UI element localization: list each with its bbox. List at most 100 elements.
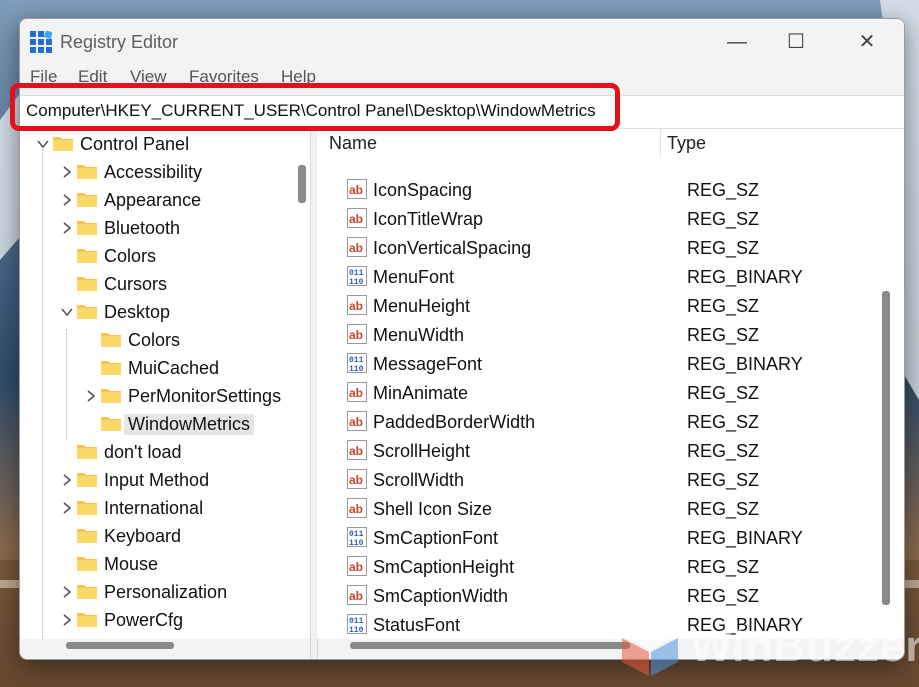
tree-item-label: Bluetooth — [104, 218, 181, 238]
chevron-right-icon[interactable] — [84, 389, 98, 403]
value-name: MinAnimate — [373, 383, 469, 403]
values-list-pane[interactable]: Name Type ab IconSpacing REG_SZ ab IconTitle… — [317, 129, 904, 639]
tree-item-label: don't load — [104, 442, 182, 462]
folder-icon — [101, 361, 121, 375]
tree-item-label: PerMonitorSettings — [128, 386, 282, 406]
column-header-type[interactable]: Type — [667, 133, 706, 154]
folder-icon — [77, 585, 97, 599]
chevron-right-icon[interactable] — [60, 221, 74, 235]
address-bar[interactable]: Computer\HKEY_CURRENT_USER\Control Panel… — [20, 95, 904, 129]
value-name: MenuWidth — [373, 325, 465, 345]
watermark-text: WinBuzzer — [690, 622, 919, 671]
svg-text:ab: ab — [349, 415, 363, 429]
svg-text:011: 011 — [349, 356, 364, 365]
value-row[interactable]: 011 110 SmCaptionFont REG_BINARY — [317, 525, 877, 554]
chevron-down-icon[interactable] — [36, 137, 50, 151]
chevron-right-icon[interactable] — [60, 473, 74, 487]
value-type: REG_SZ — [687, 441, 760, 461]
chevron-right-icon[interactable] — [60, 193, 74, 207]
value-name: IconVerticalSpacing — [373, 238, 532, 258]
svg-text:011: 011 — [349, 269, 364, 278]
folder-icon — [101, 417, 121, 431]
string-value-icon: ab — [347, 237, 367, 257]
value-name: IconSpacing — [373, 180, 473, 200]
value-type: REG_BINARY — [687, 354, 803, 374]
tree-horizontal-scrollbar[interactable] — [66, 642, 174, 649]
value-type: REG_SZ — [687, 499, 760, 519]
value-name: PaddedBorderWidth — [373, 412, 536, 432]
menu-file[interactable]: File — [30, 67, 57, 87]
chevron-right-icon[interactable] — [60, 585, 74, 599]
tree-vertical-scrollbar[interactable] — [298, 165, 306, 203]
minimize-button[interactable]: — — [717, 29, 757, 55]
menu-edit[interactable]: Edit — [78, 67, 107, 87]
value-row[interactable]: ab MinAnimate REG_SZ — [317, 380, 877, 409]
close-button[interactable]: ✕ — [847, 29, 887, 55]
value-row[interactable]: ab IconVerticalSpacing REG_SZ — [317, 235, 877, 264]
value-row[interactable]: ab MenuHeight REG_SZ — [317, 293, 877, 322]
value-type: REG_SZ — [687, 180, 760, 200]
value-row[interactable]: 011 110 MessageFont REG_BINARY — [317, 351, 877, 380]
menu-bar: File Edit View Favorites Help — [20, 67, 904, 89]
value-row[interactable]: ab ScrollWidth REG_SZ — [317, 467, 877, 496]
value-type: REG_SZ — [687, 412, 760, 432]
values-horizontal-scrollbar[interactable] — [350, 642, 630, 649]
value-row[interactable]: ab SmCaptionWidth REG_SZ — [317, 583, 877, 612]
string-value-icon: ab — [347, 556, 367, 576]
svg-text:ab: ab — [349, 560, 363, 574]
svg-text:ab: ab — [349, 328, 363, 342]
value-row[interactable]: ab PaddedBorderWidth REG_SZ — [317, 409, 877, 438]
title-bar[interactable]: Registry Editor — ☐ ✕ — [20, 19, 904, 65]
folder-icon — [77, 473, 97, 487]
folder-icon — [77, 305, 97, 319]
value-row[interactable]: ab MenuWidth REG_SZ — [317, 322, 877, 351]
value-type: REG_SZ — [687, 325, 760, 345]
svg-text:ab: ab — [349, 386, 363, 400]
string-value-icon: ab — [347, 411, 367, 431]
maximize-button[interactable]: ☐ — [776, 29, 816, 55]
value-name: Shell Icon Size — [373, 499, 493, 519]
svg-text:011: 011 — [349, 530, 364, 539]
tree-item-label: Appearance — [104, 190, 202, 210]
column-header-name[interactable]: Name — [329, 133, 377, 154]
value-name: StatusFont — [373, 615, 461, 635]
value-name: ScrollHeight — [373, 441, 471, 461]
binary-value-icon: 011110 — [347, 266, 367, 286]
values-vertical-scrollbar[interactable] — [882, 291, 890, 605]
value-type: REG_SZ — [687, 296, 760, 316]
chevron-down-icon[interactable] — [60, 305, 74, 319]
tree-item-label: Mouse — [104, 554, 159, 574]
chevron-right-icon[interactable] — [60, 165, 74, 179]
folder-icon — [101, 333, 121, 347]
chevron-right-icon[interactable] — [60, 501, 74, 515]
column-separator[interactable] — [660, 129, 661, 157]
menu-favorites[interactable]: Favorites — [189, 67, 259, 87]
key-tree-pane[interactable]: Control Panel Accessibility Appearance Blue… — [20, 129, 310, 639]
tree-connector-line — [42, 149, 43, 639]
folder-icon — [77, 277, 97, 291]
value-name: MenuFont — [373, 267, 455, 287]
value-row[interactable]: ab Shell Icon Size REG_SZ — [317, 496, 877, 525]
menu-view[interactable]: View — [130, 67, 167, 87]
folder-icon — [77, 613, 97, 627]
value-row[interactable]: ab IconSpacing REG_SZ — [317, 177, 877, 206]
tree-item-label: WindowMetrics — [124, 414, 255, 435]
svg-text:110: 110 — [349, 539, 364, 547]
value-type: REG_SZ — [687, 238, 760, 258]
string-value-icon: ab — [347, 440, 367, 460]
string-value-icon: ab — [347, 585, 367, 605]
value-row[interactable]: ab SmCaptionHeight REG_SZ — [317, 554, 877, 583]
value-row[interactable]: 011 110 MenuFont REG_BINARY — [317, 264, 877, 293]
address-path[interactable]: Computer\HKEY_CURRENT_USER\Control Panel… — [26, 101, 596, 121]
tree-item-label: Personalization — [104, 582, 228, 602]
svg-text:ab: ab — [349, 212, 363, 226]
folder-icon — [53, 137, 73, 151]
value-row[interactable]: ab ScrollHeight REG_SZ — [317, 438, 877, 467]
chevron-right-icon[interactable] — [60, 613, 74, 627]
value-name: ScrollWidth — [373, 470, 465, 490]
value-type: REG_SZ — [687, 586, 760, 606]
value-row[interactable]: ab IconTitleWrap REG_SZ — [317, 206, 877, 235]
menu-help[interactable]: Help — [281, 67, 316, 87]
tree-item-label: PowerCfg — [104, 610, 184, 630]
registry-editor-window: Registry Editor — ☐ ✕ File Edit View Fav… — [19, 18, 905, 660]
